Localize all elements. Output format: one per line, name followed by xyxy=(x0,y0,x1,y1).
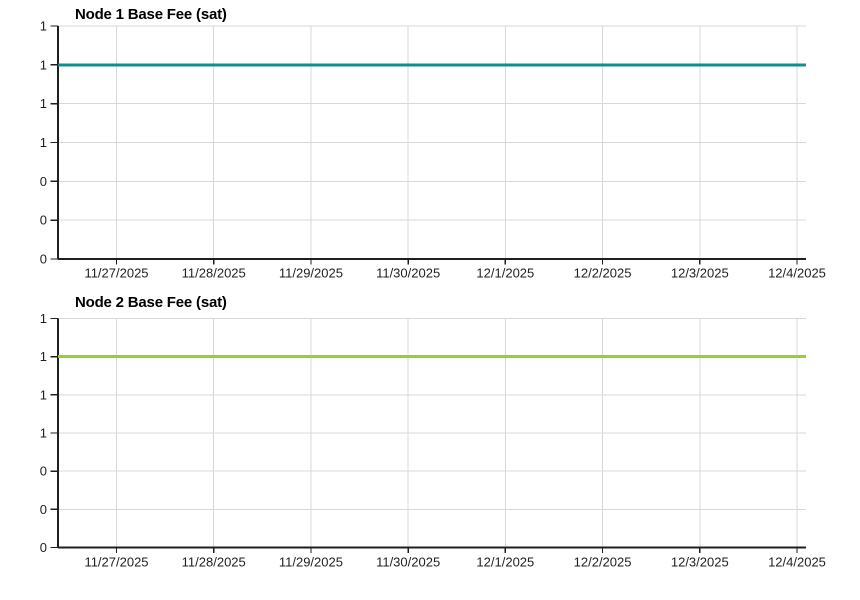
y-tick-label: 0 xyxy=(40,213,47,228)
x-tick-label: 11/29/2025 xyxy=(279,266,343,281)
x-tick-label: 12/4/2025 xyxy=(768,555,826,570)
x-tick-label: 12/1/2025 xyxy=(476,555,534,570)
y-tick-label: 1 xyxy=(40,387,47,402)
x-tick-label: 11/28/2025 xyxy=(182,555,246,570)
y-tick-label: 1 xyxy=(40,135,47,150)
x-tick-label: 11/29/2025 xyxy=(279,555,343,570)
x-tick-label: 12/3/2025 xyxy=(671,266,729,281)
y-tick-label: 1 xyxy=(40,426,47,441)
chart-2-plot: 1 1 1 1 0 0 0 11/27/2025 11/28/2025 11/29/2025 11/… xyxy=(40,311,826,570)
y-tick-label: 1 xyxy=(40,19,47,34)
y-tick-label: 1 xyxy=(40,57,47,72)
y-tick-label: 1 xyxy=(40,349,47,364)
y-tick-label: 0 xyxy=(40,540,47,555)
x-tick-label: 12/2/2025 xyxy=(574,555,632,570)
charts-canvas: 1 1 1 1 0 0 0 11/27/2025 11/28/2025 11/29/2025 11/… xyxy=(40,19,826,570)
chart-1-plot: 1 1 1 1 0 0 0 11/27/2025 11/28/2025 11/29/2025 11/… xyxy=(40,19,826,281)
x-tick-label: 11/27/2025 xyxy=(84,266,148,281)
base-fee-dashboard: Node 1 Base Fee (sat) Node 2 Base Fee (s… xyxy=(0,0,860,600)
y-tick-label: 1 xyxy=(40,311,47,326)
x-tick-label: 11/28/2025 xyxy=(182,266,246,281)
y-tick-label: 0 xyxy=(40,174,47,189)
x-tick-label: 12/4/2025 xyxy=(768,266,826,281)
x-tick-label: 11/30/2025 xyxy=(376,555,440,570)
y-tick-label: 0 xyxy=(40,502,47,517)
x-tick-label: 11/27/2025 xyxy=(84,555,148,570)
y-tick-label: 1 xyxy=(40,96,47,111)
y-tick-label: 0 xyxy=(40,464,47,479)
x-tick-label: 12/1/2025 xyxy=(476,266,534,281)
y-tick-label: 0 xyxy=(40,252,47,267)
x-tick-label: 12/2/2025 xyxy=(574,266,632,281)
x-tick-label: 12/3/2025 xyxy=(671,555,729,570)
x-tick-label: 11/30/2025 xyxy=(376,266,440,281)
